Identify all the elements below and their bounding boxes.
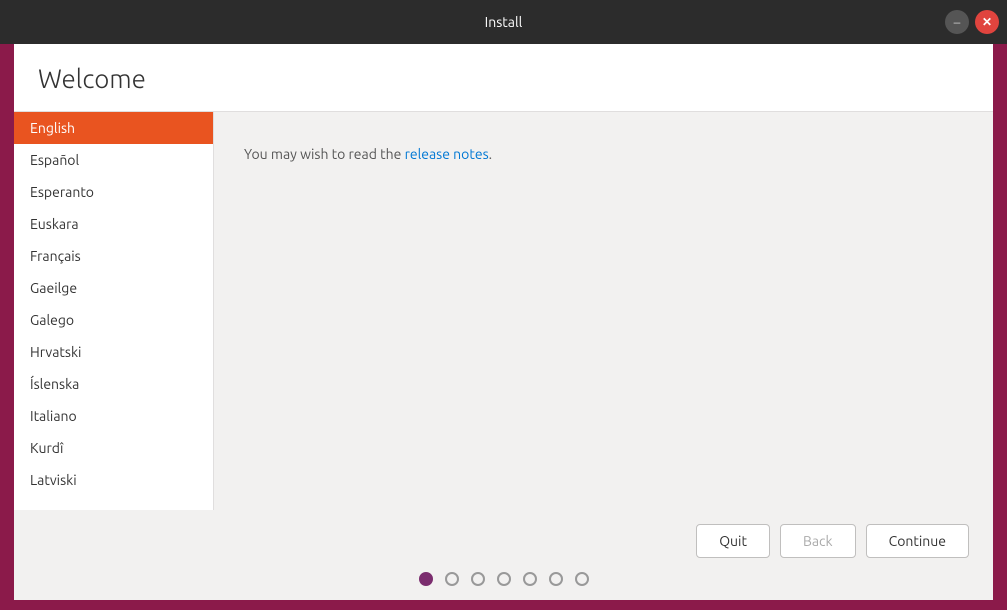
language-item-gaeilge[interactable]: Gaeilge <box>14 272 213 304</box>
outer-bg: Welcome EnglishEspañolEsperantoEuskaraFr… <box>0 44 1007 610</box>
language-item-hrvatski[interactable]: Hrvatski <box>14 336 213 368</box>
window-header: Welcome <box>14 44 993 112</box>
titlebar-controls: – ✕ <box>945 10 999 34</box>
step-dot-2 <box>471 572 485 586</box>
page-title: Welcome <box>38 64 969 93</box>
language-item-esperanto[interactable]: Esperanto <box>14 176 213 208</box>
release-notes-link[interactable]: release notes <box>405 146 489 162</box>
language-item-galego[interactable]: Galego <box>14 304 213 336</box>
main-window: Welcome EnglishEspañolEsperantoEuskaraFr… <box>14 44 993 600</box>
release-notes-text: You may wish to read the release notes. <box>244 146 963 162</box>
right-content: You may wish to read the release notes. <box>214 112 993 510</box>
language-item-euskara[interactable]: Euskara <box>14 208 213 240</box>
step-dot-1 <box>445 572 459 586</box>
quit-button[interactable]: Quit <box>696 524 770 558</box>
language-item-islenska[interactable]: Íslenska <box>14 368 213 400</box>
window-body: EnglishEspañolEsperantoEuskaraFrançaisGa… <box>14 112 993 510</box>
back-button[interactable]: Back <box>780 524 856 558</box>
step-dot-4 <box>523 572 537 586</box>
language-item-english[interactable]: English <box>14 112 213 144</box>
language-item-francais[interactable]: Français <box>14 240 213 272</box>
step-dot-6 <box>575 572 589 586</box>
window-footer: Quit Back Continue <box>14 510 993 600</box>
release-notes-suffix: . <box>489 146 492 162</box>
language-item-latviski[interactable]: Latviski <box>14 464 213 496</box>
footer-buttons: Quit Back Continue <box>38 524 969 558</box>
language-item-kurdi[interactable]: Kurdî <box>14 432 213 464</box>
titlebar: Install – ✕ <box>0 0 1007 44</box>
close-button[interactable]: ✕ <box>975 10 999 34</box>
continue-button[interactable]: Continue <box>866 524 969 558</box>
language-list: EnglishEspañolEsperantoEuskaraFrançaisGa… <box>14 112 214 510</box>
step-dot-5 <box>549 572 563 586</box>
step-dot-3 <box>497 572 511 586</box>
step-dots <box>419 572 589 586</box>
language-item-espanol[interactable]: Español <box>14 144 213 176</box>
release-notes-prefix: You may wish to read the <box>244 146 405 162</box>
titlebar-title: Install <box>485 14 523 30</box>
minimize-button[interactable]: – <box>945 10 969 34</box>
language-item-italiano[interactable]: Italiano <box>14 400 213 432</box>
step-dot-0 <box>419 572 433 586</box>
